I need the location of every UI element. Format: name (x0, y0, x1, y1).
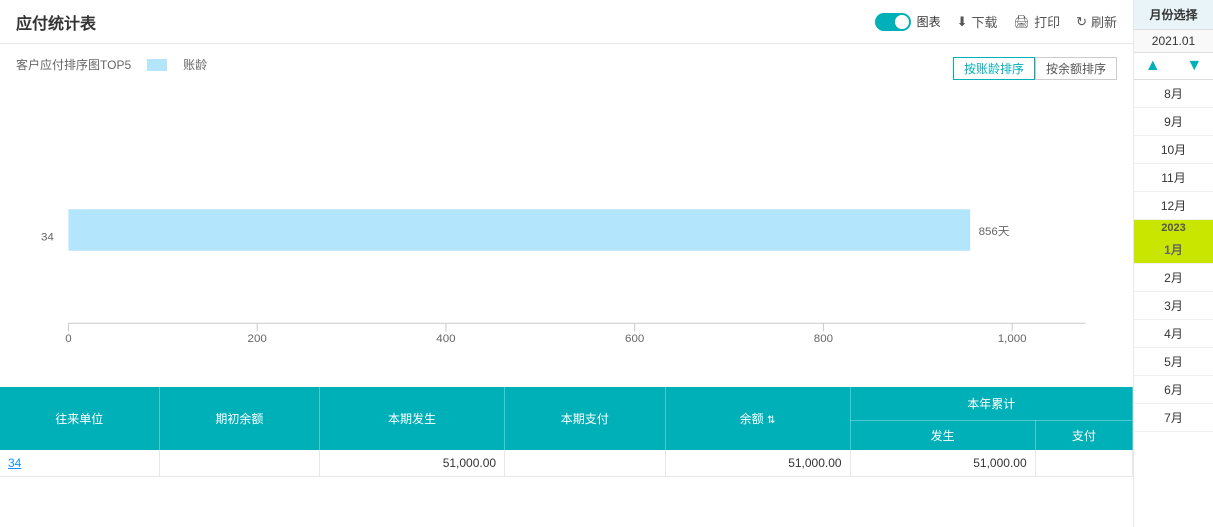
col-source: 往来单位 (0, 387, 159, 450)
header-actions: 图表 ⬇ 下载 🖨 打印 ↻ 刷新 (875, 12, 1117, 31)
print-icon: 🖨 (1014, 14, 1031, 30)
app-header: 应付统计表 图表 ⬇ 下载 🖨 打印 ↻ 刷新 (0, 0, 1133, 44)
svg-text:600: 600 (625, 333, 644, 345)
sidebar-month-item[interactable]: 1月 (1134, 236, 1213, 264)
col-opening: 期初余额 (159, 387, 319, 450)
cell-opening (159, 450, 319, 477)
chart-header: 客户应付排序图TOP5 账龄 按账龄排序 按余额排序 (16, 56, 1117, 81)
legend-color-box (147, 59, 167, 71)
chart-sort-buttons: 按账龄排序 按余额排序 (953, 57, 1117, 80)
col-ytd: 本年累计 (850, 387, 1132, 421)
sidebar-header: 月份选择 (1134, 0, 1213, 30)
data-table: 往来单位 期初余额 本期发生 本期支付 余额 ⇅ 本年累计 发生 支付 34 (0, 387, 1133, 477)
chart-area: 客户应付排序图TOP5 账龄 按账龄排序 按余额排序 34 856天 (0, 44, 1133, 387)
svg-text:34: 34 (41, 231, 54, 243)
page-title: 应付统计表 (16, 10, 96, 34)
refresh-button[interactable]: ↻ 刷新 (1076, 12, 1117, 31)
svg-text:0: 0 (65, 333, 71, 345)
sidebar-nav: ▲ ▼ (1134, 53, 1213, 80)
nav-up-arrow[interactable]: ▲ (1145, 57, 1161, 75)
col-ytd-occur: 发生 (850, 421, 1035, 451)
balance-sort-icon: ⇅ (767, 415, 775, 426)
cell-source[interactable]: 34 (0, 450, 159, 477)
cell-current: 51,000.00 (320, 450, 505, 477)
chart-legend-item: 账龄 (183, 56, 207, 73)
svg-text:856天: 856天 (979, 226, 1010, 238)
sidebar-year-input[interactable] (1134, 30, 1213, 53)
table-body: 34 51,000.00 51,000.00 51,000.00 (0, 450, 1133, 477)
sidebar-month-item[interactable]: 6月 (1134, 376, 1213, 404)
svg-text:200: 200 (248, 333, 267, 345)
chart-legend-label: 客户应付排序图TOP5 (16, 56, 131, 73)
sidebar-months: 8月9月10月11月12月20231月2月3月4月5月6月7月 (1134, 80, 1213, 527)
sidebar-year-label: 2023 (1134, 220, 1213, 236)
cell-payment (505, 450, 665, 477)
chart-svg: 34 856天 0 200 400 600 800 1,000 (16, 85, 1117, 375)
col-current: 本期发生 (320, 387, 505, 450)
sidebar-month-item[interactable]: 3月 (1134, 292, 1213, 320)
chart-bar (68, 209, 970, 250)
sidebar-month-item[interactable]: 7月 (1134, 404, 1213, 432)
print-label: 打印 (1034, 12, 1060, 31)
sidebar-month-item[interactable]: 10月 (1134, 136, 1213, 164)
refresh-label: 刷新 (1091, 12, 1117, 31)
table-header-row: 往来单位 期初余额 本期发生 本期支付 余额 ⇅ 本年累计 (0, 387, 1133, 421)
refresh-icon: ↻ (1076, 14, 1087, 30)
download-button[interactable]: ⬇ 下载 (957, 12, 998, 31)
sidebar-month-item[interactable]: 9月 (1134, 108, 1213, 136)
table-area: 往来单位 期初余额 本期发生 本期支付 余额 ⇅ 本年累计 发生 支付 34 (0, 387, 1133, 527)
col-balance: 余额 ⇅ (665, 387, 850, 450)
sidebar-month-item[interactable]: 2月 (1134, 264, 1213, 292)
download-label: 下载 (972, 12, 998, 31)
cell-ytd-occur: 51,000.00 (850, 450, 1035, 477)
chart-wrapper: 34 856天 0 200 400 600 800 1,000 (16, 85, 1117, 375)
download-icon: ⬇ (957, 14, 968, 30)
sidebar-month-item[interactable]: 11月 (1134, 164, 1213, 192)
sidebar-month-item[interactable]: 8月 (1134, 80, 1213, 108)
col-payment: 本期支付 (505, 387, 665, 450)
chart-toggle-label: 图表 (917, 13, 941, 30)
print-button[interactable]: 🖨 打印 (1014, 12, 1061, 31)
cell-ytd-pay (1035, 450, 1132, 477)
balance-label: 余额 (740, 412, 764, 426)
cell-balance: 51,000.00 (665, 450, 850, 477)
chart-legend: 客户应付排序图TOP5 账龄 (16, 56, 207, 73)
svg-text:1,000: 1,000 (998, 333, 1027, 345)
sidebar-month-item[interactable]: 12月 (1134, 192, 1213, 220)
sort-by-balance-button[interactable]: 按余额排序 (1035, 57, 1117, 80)
sidebar-month-item[interactable]: 4月 (1134, 320, 1213, 348)
sidebar-month-item[interactable]: 5月 (1134, 348, 1213, 376)
svg-text:800: 800 (814, 333, 833, 345)
svg-text:400: 400 (436, 333, 455, 345)
col-ytd-pay: 支付 (1035, 421, 1132, 451)
table-row: 34 51,000.00 51,000.00 51,000.00 (0, 450, 1133, 477)
nav-down-arrow[interactable]: ▼ (1186, 57, 1202, 75)
sidebar: 月份选择 ▲ ▼ 8月9月10月11月12月20231月2月3月4月5月6月7月 (1133, 0, 1213, 527)
chart-toggle-container[interactable]: 图表 (875, 13, 941, 31)
chart-toggle[interactable] (875, 13, 911, 31)
sort-by-amount-button[interactable]: 按账龄排序 (953, 57, 1035, 80)
